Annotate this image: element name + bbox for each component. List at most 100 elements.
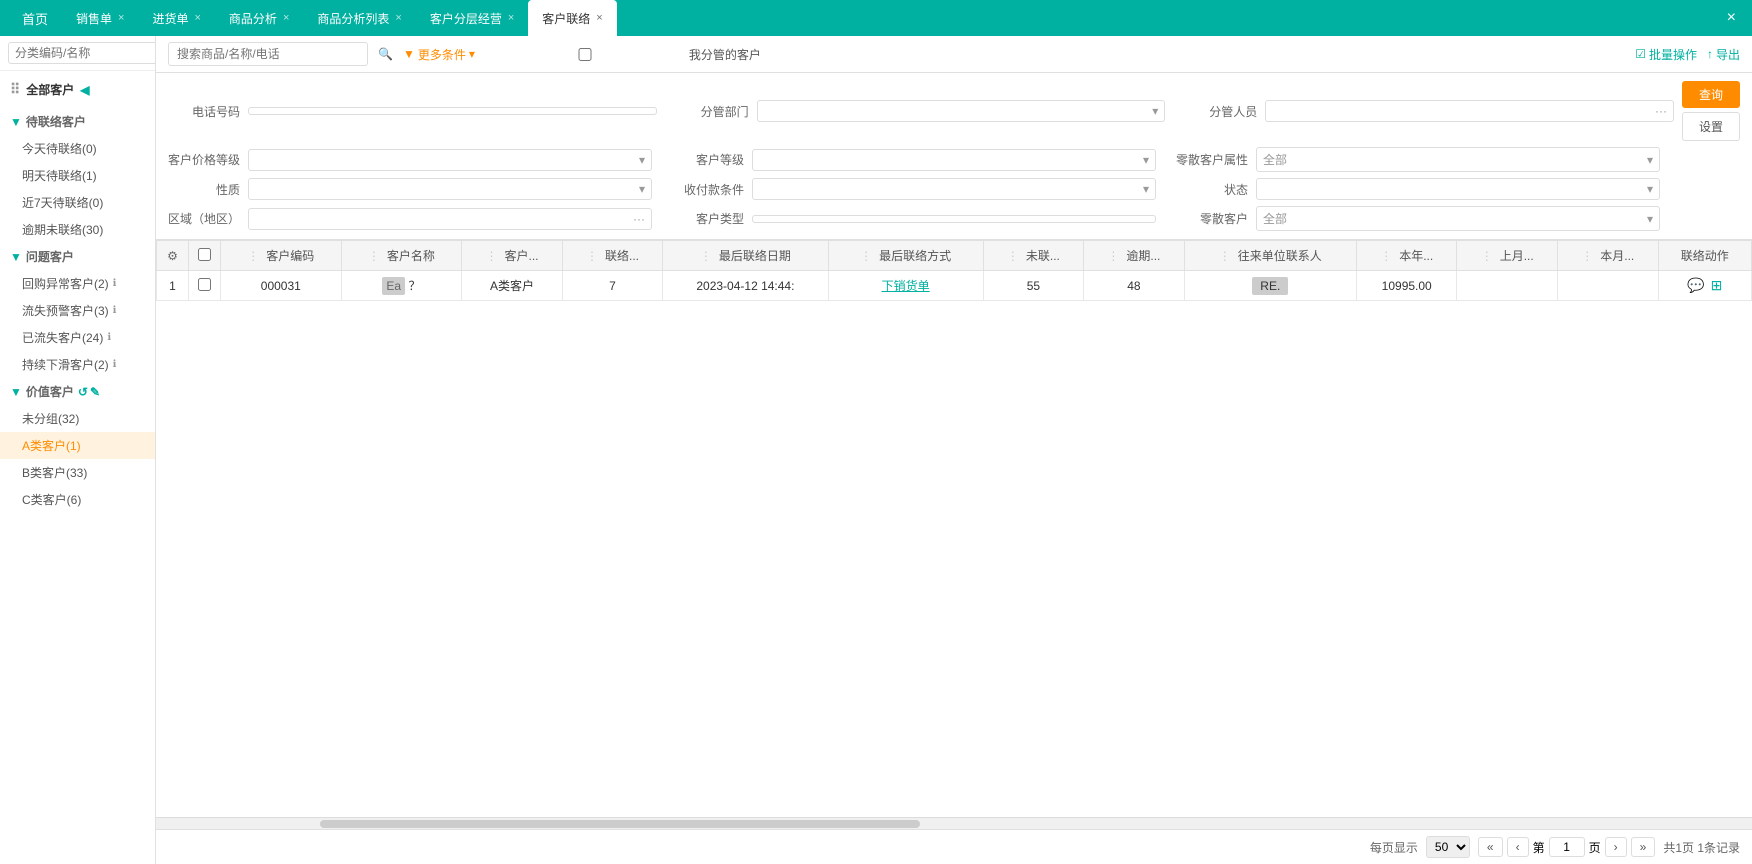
export-button[interactable]: ↑ 导出 — [1707, 46, 1740, 63]
col-gear[interactable]: ⚙ — [157, 241, 189, 271]
nav-tab-customer-tier[interactable]: 客户分层经营 × — [416, 0, 528, 36]
col-this-year[interactable]: ⋮ 本年... — [1356, 241, 1457, 271]
search-button[interactable]: 🔍 — [378, 47, 393, 61]
nav-tab-purchase[interactable]: 进货单 × — [138, 0, 214, 36]
first-page-button[interactable]: « — [1478, 837, 1503, 857]
nav-tab-product-analysis[interactable]: 商品分析 × — [215, 0, 303, 36]
export-icon: ↑ — [1707, 47, 1713, 61]
row-checkbox[interactable] — [198, 278, 211, 291]
chevron-down-icon: ▾ — [1143, 182, 1149, 196]
filter-row-4: 区域（地区） ··· 客户类型 零散客户 — [168, 206, 1740, 231]
sidebar-item-declining[interactable]: 持续下滑客户(2) ℹ — [0, 351, 155, 378]
row-no-contact: 55 — [983, 271, 1084, 301]
select-all-checkbox[interactable] — [198, 248, 211, 261]
per-page-select[interactable]: 50 — [1426, 836, 1470, 858]
sidebar-value-group[interactable]: ▼ 价值客户 ↺ ✎ — [0, 378, 155, 405]
next-page-button[interactable]: › — [1605, 837, 1627, 857]
sidebar-all-customers-header[interactable]: ⠿ 全部客户 ◀ — [0, 75, 155, 104]
search-input[interactable] — [168, 42, 368, 66]
col-last-contact-date[interactable]: ⋮ 最后联络日期 — [663, 241, 828, 271]
close-icon[interactable]: × — [283, 12, 289, 24]
nav-tab-customer-contact[interactable]: 客户联络 × — [528, 0, 616, 36]
nav-tab-product-list[interactable]: 商品分析列表 × — [303, 0, 415, 36]
my-customers-checkbox-label[interactable]: 我分管的客户 — [485, 46, 761, 63]
sidebar-item-a-class[interactable]: A类客户(1) — [0, 432, 155, 459]
region-select[interactable]: ··· — [248, 208, 652, 230]
scrollbar-thumb[interactable] — [320, 820, 920, 828]
sidebar-item-tomorrow[interactable]: 明天待联络(1) — [0, 162, 155, 189]
last-page-button[interactable]: » — [1631, 837, 1656, 857]
filter-payment: 收付款条件 ▾ — [672, 178, 1156, 200]
col-name[interactable]: ⋮ 客户名称 — [341, 241, 462, 271]
chat-icon[interactable]: 💬 — [1687, 277, 1704, 294]
more-icon: ··· — [1655, 104, 1667, 118]
batch-op-button[interactable]: ☑ 批量操作 — [1635, 46, 1697, 63]
page-nav: « ‹ 第 页 › » — [1478, 837, 1655, 857]
page-number-input[interactable] — [1549, 837, 1585, 857]
customer-type-select[interactable] — [752, 215, 1156, 223]
more-filter-button[interactable]: ▼ 更多条件 ▾ — [403, 46, 475, 63]
filter-nature: 性质 ▾ — [168, 178, 652, 200]
info-icon: ℹ — [113, 359, 117, 370]
prev-page-button[interactable]: ‹ — [1507, 837, 1529, 857]
row-contact-person: RE. — [1184, 271, 1356, 301]
nav-home[interactable]: 首页 — [8, 0, 62, 36]
retail-attr-select[interactable]: 全部 ▾ — [1256, 147, 1660, 172]
nature-select[interactable]: ▾ — [248, 178, 652, 200]
sidebar-item-c-class[interactable]: C类客户(6) — [0, 486, 155, 513]
grid-icon[interactable]: ⊞ — [1711, 277, 1723, 294]
col-contact-count[interactable]: ⋮ 联络... — [562, 241, 663, 271]
sidebar-item-churn-warning[interactable]: 流失预警客户(3) ℹ — [0, 297, 155, 324]
col-contact-person[interactable]: ⋮ 往来单位联系人 — [1184, 241, 1356, 271]
query-button[interactable]: 查询 — [1682, 81, 1740, 108]
dept-select[interactable]: ▾ — [757, 100, 1166, 122]
payment-select[interactable]: ▾ — [752, 178, 1156, 200]
filter-price-level: 客户价格等级 ▾ — [168, 149, 652, 171]
status-select[interactable]: ▾ — [1256, 178, 1660, 200]
col-code[interactable]: ⋮ 客户编码 — [221, 241, 342, 271]
col-checkbox[interactable] — [189, 241, 221, 271]
row-checkbox-cell[interactable] — [189, 271, 221, 301]
staff-select[interactable]: ··· — [1265, 100, 1674, 122]
setting-button[interactable]: 设置 — [1682, 112, 1740, 141]
close-icon[interactable]: × — [596, 12, 602, 24]
col-level[interactable]: ⋮ 客户... — [462, 241, 563, 271]
sidebar-item-b-class[interactable]: B类客户(33) — [0, 459, 155, 486]
customer-level-select[interactable]: ▾ — [752, 149, 1156, 171]
nav-tab-sales[interactable]: 销售单 × — [62, 0, 138, 36]
sidebar-problem-group[interactable]: ▼ 问题客户 — [0, 243, 155, 270]
col-last-month[interactable]: ⋮ 上月... — [1457, 241, 1558, 271]
price-level-select[interactable]: ▾ — [248, 149, 652, 171]
close-icon[interactable]: × — [508, 12, 514, 24]
global-close-button[interactable]: × — [1719, 9, 1744, 27]
close-icon[interactable]: × — [194, 12, 200, 24]
customer-table: ⚙ ⋮ 客户编码 ⋮ — [156, 240, 1752, 301]
sidebar-item-overdue[interactable]: 逾期未联络(30) — [0, 216, 155, 243]
col-overdue[interactable]: ⋮ 逾期... — [1084, 241, 1185, 271]
batch-icon: ☑ — [1635, 47, 1646, 61]
sidebar-item-7days[interactable]: 近7天待联络(0) — [0, 189, 155, 216]
row-last-contact-method[interactable]: 下销货单 — [828, 271, 983, 301]
sidebar-search-input[interactable] — [8, 42, 156, 64]
col-no-contact[interactable]: ⋮ 未联... — [983, 241, 1084, 271]
sidebar-item-ungroup[interactable]: 未分组(32) — [0, 405, 155, 432]
drag-handle-icon: ⋮ — [860, 249, 872, 263]
collapse-icon[interactable]: ◀ — [80, 83, 89, 97]
refresh-icon[interactable]: ↺ — [78, 385, 88, 399]
sidebar-item-abnormal[interactable]: 回购异常客户(2) ℹ — [0, 270, 155, 297]
my-customers-checkbox[interactable] — [485, 48, 685, 61]
sidebar-item-today[interactable]: 今天待联络(0) — [0, 135, 155, 162]
drag-handle-icon: ⋮ — [486, 249, 498, 263]
retail-customer-select[interactable]: 全部 ▾ — [1256, 206, 1660, 231]
page-end-label: 页 — [1589, 839, 1601, 856]
close-icon[interactable]: × — [395, 12, 401, 24]
edit-icon[interactable]: ✎ — [90, 385, 100, 399]
phone-input[interactable] — [248, 107, 657, 115]
sidebar-pending-group[interactable]: ▼ 待联络客户 — [0, 108, 155, 135]
col-this-month[interactable]: ⋮ 本月... — [1557, 241, 1658, 271]
horizontal-scrollbar[interactable] — [156, 817, 1752, 829]
gear-icon[interactable]: ⚙ — [167, 249, 178, 263]
col-last-contact-method[interactable]: ⋮ 最后联络方式 — [828, 241, 983, 271]
close-icon[interactable]: × — [118, 12, 124, 24]
sidebar-item-churned[interactable]: 已流失客户(24) ℹ — [0, 324, 155, 351]
